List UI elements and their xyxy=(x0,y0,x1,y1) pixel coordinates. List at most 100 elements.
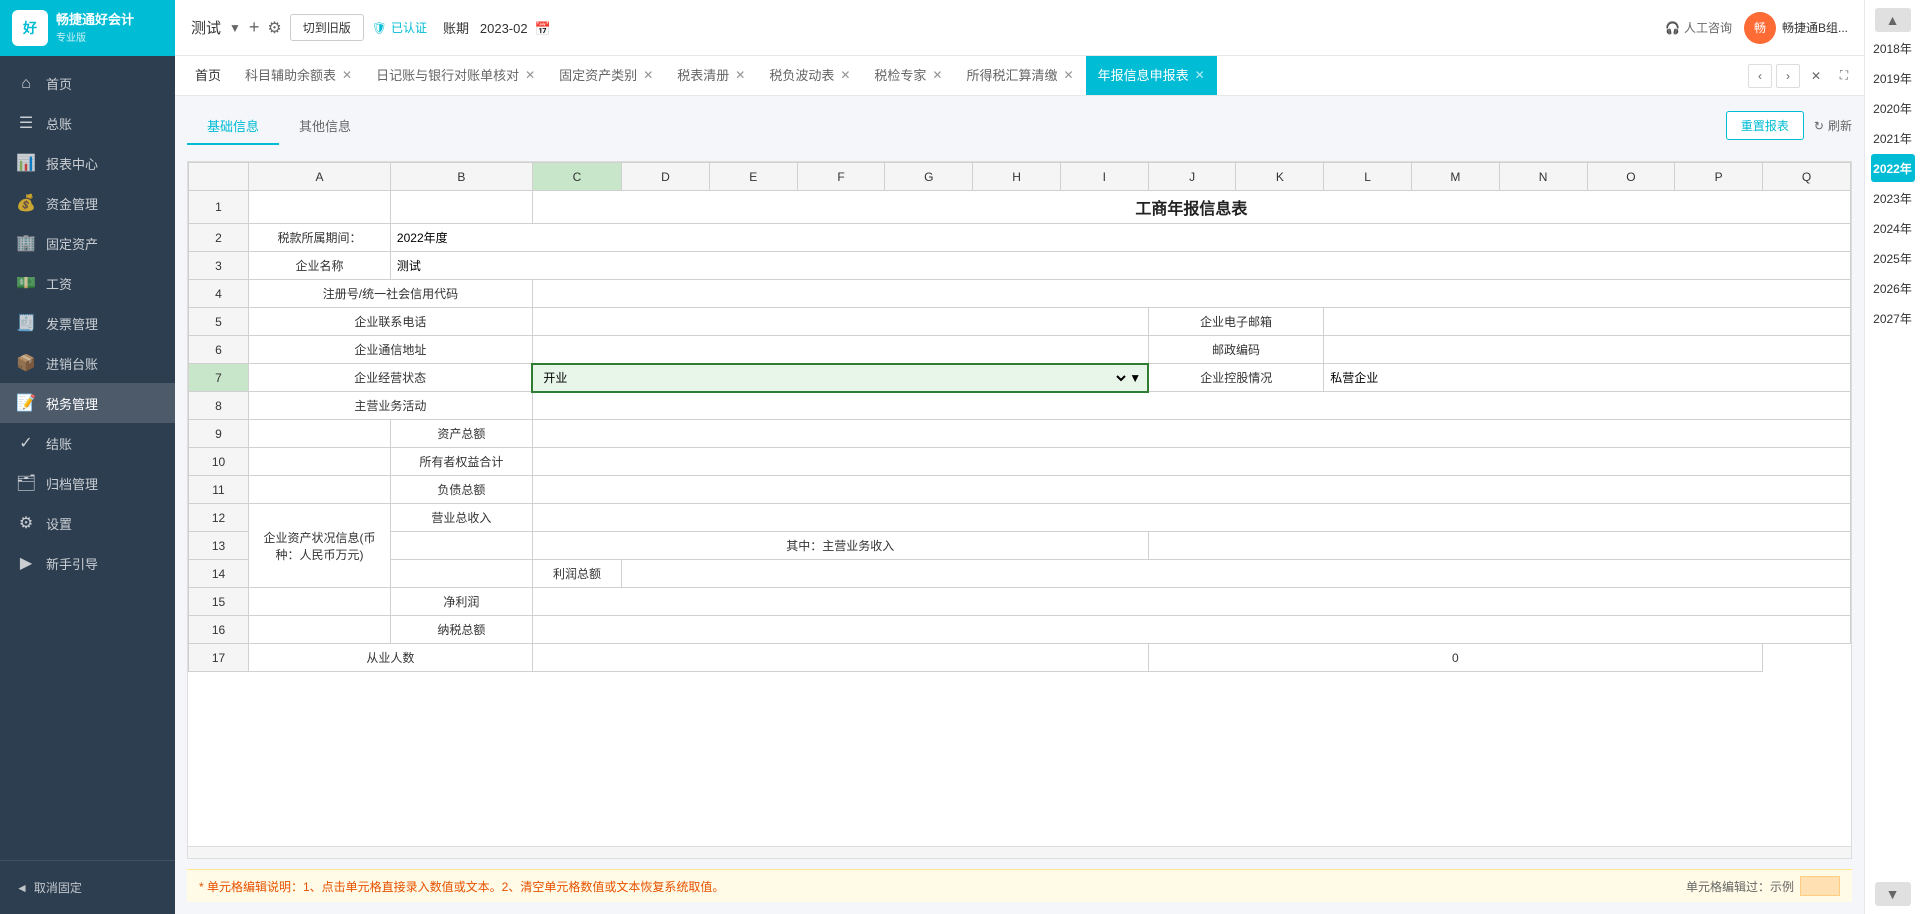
row-13-header[interactable]: 13 xyxy=(189,532,249,560)
cell-17-c[interactable] xyxy=(532,644,1148,672)
sidebar-item-capital[interactable]: 💰 资金管理 xyxy=(0,183,175,223)
col-f[interactable]: F xyxy=(797,163,885,191)
tab-close-tax-report[interactable]: ✕ xyxy=(735,68,745,82)
row-1-header[interactable]: 1 xyxy=(189,191,249,224)
col-b[interactable]: B xyxy=(390,163,532,191)
topbar-add-button[interactable]: + xyxy=(249,17,260,38)
cell-2-b[interactable]: 2022年度 xyxy=(390,224,1850,252)
year-2019[interactable]: 2019年 xyxy=(1871,64,1915,92)
cell-14-b[interactable]: 利润总额 xyxy=(532,560,621,588)
row-9-header[interactable]: 9 xyxy=(189,420,249,448)
cell-3-b[interactable]: 测试 xyxy=(390,252,1850,280)
cell-8-c[interactable] xyxy=(532,392,1850,420)
year-scroll-up-button[interactable]: ▲ xyxy=(1875,8,1911,32)
year-2022[interactable]: 2022年 xyxy=(1871,154,1915,182)
cell-5-c[interactable] xyxy=(532,308,1148,336)
cell-16-a[interactable] xyxy=(249,616,391,644)
tab-nav-left-button[interactable]: ‹ xyxy=(1748,64,1772,88)
col-n[interactable]: N xyxy=(1499,163,1587,191)
sidebar-item-home[interactable]: ⌂ 首页 xyxy=(0,64,175,103)
row-3-header[interactable]: 3 xyxy=(189,252,249,280)
business-status-select[interactable]: 开业 注销 吊销 迁出 撤销 xyxy=(539,370,1129,386)
cell-13-j[interactable] xyxy=(1148,532,1850,560)
col-d[interactable]: D xyxy=(622,163,710,191)
tab-nav-right-button[interactable]: › xyxy=(1776,64,1800,88)
cancel-fixed-button[interactable]: ◄ 取消固定 xyxy=(16,873,159,902)
cell-14-c[interactable] xyxy=(622,560,1851,588)
row-12-header[interactable]: 12 xyxy=(189,504,249,532)
col-q[interactable]: Q xyxy=(1763,163,1851,191)
col-e[interactable]: E xyxy=(709,163,797,191)
year-scroll-down-button[interactable]: ▼ xyxy=(1875,882,1911,906)
col-p[interactable]: P xyxy=(1675,163,1763,191)
sidebar-item-wage[interactable]: 💵 工资 xyxy=(0,263,175,303)
cell-10-c[interactable] xyxy=(532,448,1850,476)
row-10-header[interactable]: 10 xyxy=(189,448,249,476)
cell-10-b[interactable]: 所有者权益合计 xyxy=(390,448,532,476)
cell-16-b[interactable]: 纳税总额 xyxy=(390,616,532,644)
cell-11-c[interactable] xyxy=(532,476,1850,504)
sidebar-item-inventory[interactable]: 📦 进销台账 xyxy=(0,343,175,383)
cell-4-a[interactable]: 注册号/统一社会信用代码 xyxy=(249,280,533,308)
switch-to-old-button[interactable]: 切到旧版 xyxy=(290,14,364,41)
cell-6-c[interactable] xyxy=(532,336,1148,364)
row-4-header[interactable]: 4 xyxy=(189,280,249,308)
row-16-header[interactable]: 16 xyxy=(189,616,249,644)
cell-11-a[interactable] xyxy=(249,476,391,504)
topbar-dropdown-icon[interactable]: ▼ xyxy=(229,21,241,35)
cell-12-b[interactable]: 营业总收入 xyxy=(390,504,532,532)
cell-1-title[interactable]: 工商年报信息表 xyxy=(532,191,1850,224)
sidebar-item-archive[interactable]: 🗂 归档管理 xyxy=(0,463,175,503)
year-2027[interactable]: 2027年 xyxy=(1871,304,1915,332)
sidebar-item-settings[interactable]: ⚙ 设置 xyxy=(0,503,175,543)
col-h[interactable]: H xyxy=(973,163,1061,191)
sidebar-item-ledger[interactable]: ☰ 总账 xyxy=(0,103,175,143)
year-2021[interactable]: 2021年 xyxy=(1871,124,1915,152)
year-2025[interactable]: 2025年 xyxy=(1871,244,1915,272)
tab-tax-fluctuation[interactable]: 税负波动表 ✕ xyxy=(757,56,862,96)
row-2-header[interactable]: 2 xyxy=(189,224,249,252)
cell-17-j[interactable]: 0 xyxy=(1148,644,1762,672)
sidebar-item-invoice[interactable]: 🧾 发票管理 xyxy=(0,303,175,343)
cell-14-b2[interactable] xyxy=(390,560,532,588)
cell-3-a[interactable]: 企业名称 xyxy=(249,252,391,280)
cell-15-c[interactable] xyxy=(532,588,1850,616)
row-8-header[interactable]: 8 xyxy=(189,392,249,420)
cell-9-a[interactable] xyxy=(249,420,391,448)
cell-1-b[interactable] xyxy=(390,191,532,224)
cell-6-j[interactable]: 邮政编码 xyxy=(1148,336,1324,364)
cell-5-a[interactable]: 企业联系电话 xyxy=(249,308,533,336)
cell-10-a[interactable] xyxy=(249,448,391,476)
cell-6-k[interactable] xyxy=(1324,336,1851,364)
sub-tab-basic[interactable]: 基础信息 xyxy=(187,108,279,145)
row-6-header[interactable]: 6 xyxy=(189,336,249,364)
col-j[interactable]: J xyxy=(1148,163,1236,191)
cell-7-j[interactable]: 企业控股情况 xyxy=(1148,364,1324,392)
tab-close-tax-fluctuation[interactable]: ✕ xyxy=(840,68,850,82)
cell-5-k[interactable] xyxy=(1324,308,1851,336)
sidebar-item-guide[interactable]: ▶ 新手引导 xyxy=(0,543,175,583)
cell-16-c[interactable] xyxy=(532,616,1850,644)
col-i[interactable]: I xyxy=(1060,163,1148,191)
cell-13-b[interactable] xyxy=(390,532,532,560)
service-button[interactable]: 🎧 人工咨询 xyxy=(1665,19,1732,36)
sidebar-item-asset[interactable]: 🏢 固定资产 xyxy=(0,223,175,263)
tab-income-tax[interactable]: 所得税汇算清缴 ✕ xyxy=(954,56,1085,96)
cell-12-c[interactable] xyxy=(532,504,1850,532)
cell-4-c[interactable] xyxy=(532,280,1850,308)
cell-7-c[interactable]: 开业 注销 吊销 迁出 撤销 ▼ xyxy=(532,364,1148,392)
cell-15-a[interactable] xyxy=(249,588,391,616)
reset-report-button[interactable]: 重置报表 xyxy=(1726,111,1804,140)
cell-1-a[interactable] xyxy=(249,191,391,224)
sidebar-item-tax[interactable]: 📝 税务管理 xyxy=(0,383,175,423)
year-2024[interactable]: 2024年 xyxy=(1871,214,1915,242)
cell-12-a[interactable]: 企业资产状况信息(币种：人民币万元) xyxy=(249,504,391,588)
cell-9-b[interactable]: 资产总额 xyxy=(390,420,532,448)
cell-2-a[interactable]: 税款所属期间： xyxy=(249,224,391,252)
tab-aux-balance[interactable]: 科目辅助余额表 ✕ xyxy=(233,56,364,96)
year-2026[interactable]: 2026年 xyxy=(1871,274,1915,302)
col-o[interactable]: O xyxy=(1587,163,1675,191)
year-2020[interactable]: 2020年 xyxy=(1871,94,1915,122)
cell-11-b[interactable]: 负债总额 xyxy=(390,476,532,504)
tab-annual-report[interactable]: 年报信息申报表 ✕ xyxy=(1086,56,1217,96)
